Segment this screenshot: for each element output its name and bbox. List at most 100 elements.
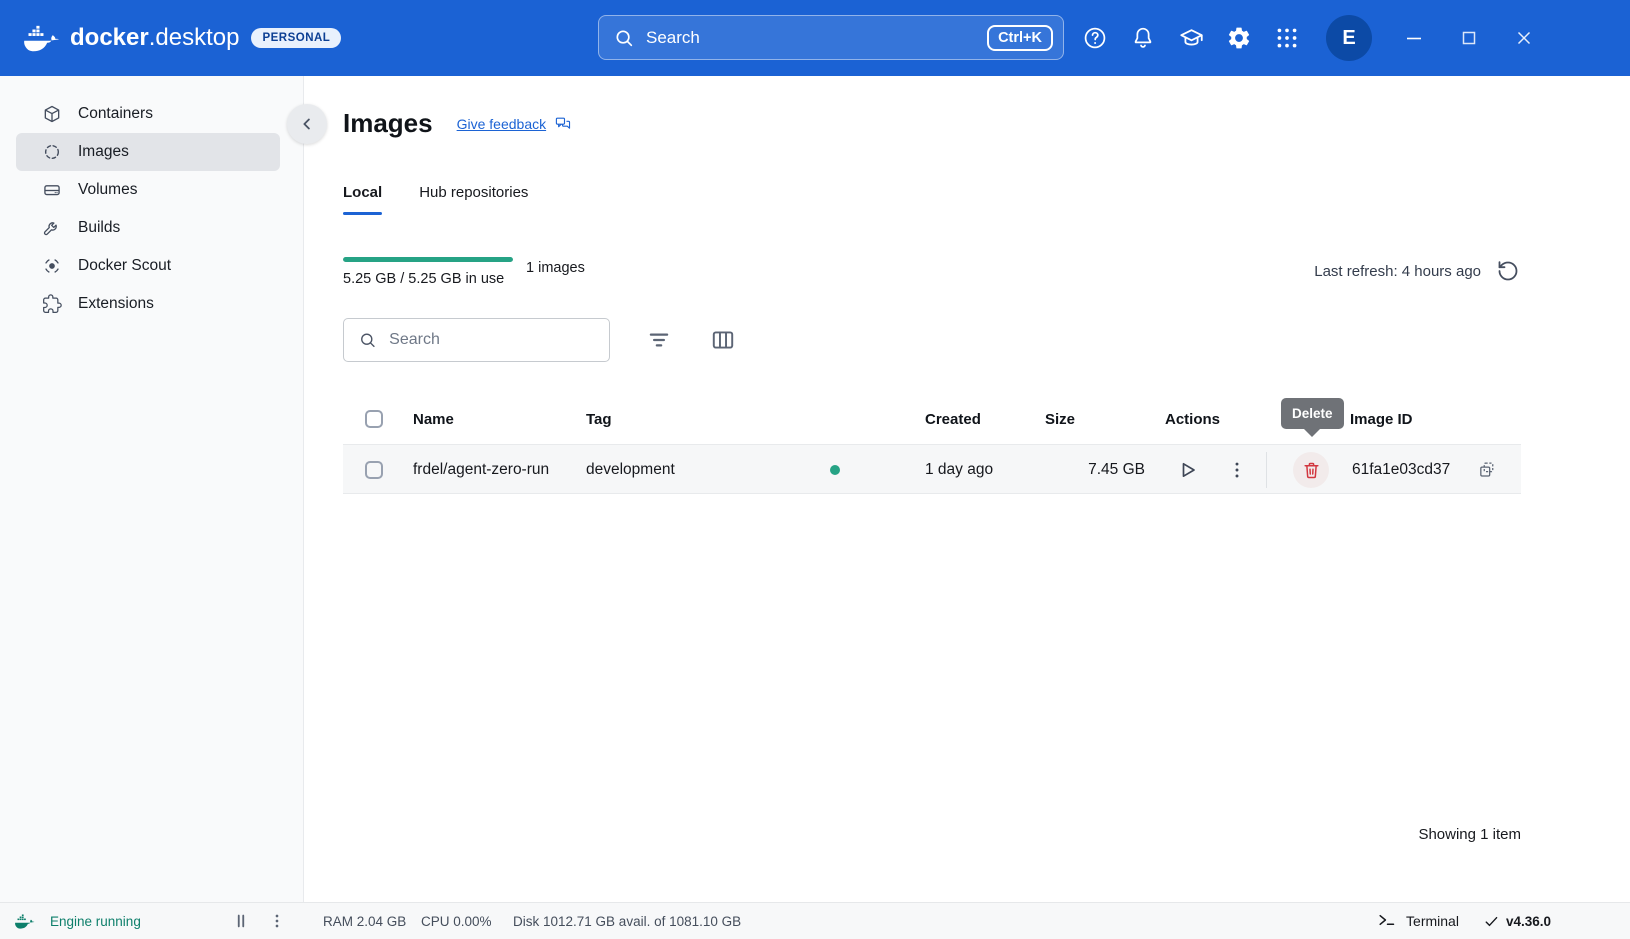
tab-hub-repositories[interactable]: Hub repositories [419,184,528,215]
scout-icon [42,256,62,276]
select-all-checkbox[interactable] [365,410,383,428]
gear-icon [1228,27,1250,49]
sidebar-item-builds[interactable]: Builds [16,209,280,247]
sidebar-item-volumes[interactable]: Volumes [16,171,280,209]
actions-divider [1266,452,1267,488]
sidebar-item-label: Docker Scout [78,257,172,274]
sidebar-item-docker-scout[interactable]: Docker Scout [16,247,280,285]
version-indicator[interactable]: v4.36.0 [1483,913,1551,930]
kebab-menu-icon [275,914,279,928]
table-row[interactable]: frdel/agent-zero-run development 1 day a… [343,444,1521,494]
pause-engine-button[interactable] [228,903,254,939]
image-name: frdel/agent-zero-run [413,461,550,478]
sidebar-item-label: Containers [78,105,153,122]
usage-progress-bar [343,257,513,262]
engine-status[interactable]: Engine running [50,903,141,939]
docker-whale-icon [24,25,60,52]
image-tag: development [586,461,675,478]
row-checkbox[interactable] [365,461,383,479]
sidebar-item-label: Builds [78,219,121,236]
delete-tooltip: Delete [1281,398,1344,429]
column-header-image-id[interactable]: Image ID [1350,394,1413,444]
check-icon [1485,916,1498,926]
sidebar-collapse-button[interactable] [287,104,327,144]
sidebar: Containers Images Volumes Builds Docker … [0,76,304,902]
filter-icon [649,333,669,347]
shortcut-badge: Ctrl+K [987,24,1053,51]
columns-button[interactable] [708,325,738,355]
sidebar-item-extensions[interactable]: Extensions [16,285,280,323]
window-controls [1400,0,1538,76]
brand-desktop: .desktop [148,24,240,51]
minimize-icon [1407,37,1421,40]
search-placeholder: Search [646,27,700,47]
items-summary: Showing 1 item [1418,826,1521,843]
image-created: 1 day ago [925,461,994,478]
copy-image-id-button[interactable] [1471,454,1503,486]
engine-more-button[interactable] [264,903,290,939]
trash-icon [1303,462,1319,478]
column-header-actions: Actions [1165,410,1221,428]
notifications-button[interactable] [1128,23,1158,53]
feedback-bubbles-icon [555,117,571,129]
maximize-button[interactable] [1455,24,1483,52]
minimize-button[interactable] [1400,24,1428,52]
delete-image-button[interactable] [1293,452,1329,488]
play-icon [1182,462,1195,478]
cpu-usage: CPU 0.00% [421,913,492,929]
disk-usage: Disk 1012.71 GB avail. of 1081.10 GB [513,913,742,929]
disk-usage-block: 5.25 GB / 5.25 GB in use [343,253,513,287]
sidebar-item-label: Volumes [78,181,138,198]
plan-badge: PERSONAL [251,28,342,48]
search-icon [361,333,375,348]
top-icon-group [1080,0,1302,76]
column-header-tag[interactable]: Tag [586,394,612,444]
avatar-initial: E [1342,26,1356,49]
refresh-icon [1498,261,1518,281]
give-feedback-link[interactable]: Give feedback [457,115,573,133]
table-search-input[interactable] [389,331,597,349]
refresh-button[interactable] [1495,258,1521,284]
puzzle-icon [42,294,62,314]
avatar[interactable]: E [1326,15,1372,61]
usage-label: 5.25 GB / 5.25 GB in use [343,271,505,287]
docker-desktop-window: docker.desktop PERSONAL Search Ctrl+K E … [0,0,1630,939]
sidebar-item-images[interactable]: Images [16,133,280,171]
copy-icon [1480,462,1494,477]
table-search-box [343,318,610,362]
filter-button[interactable] [644,325,674,355]
run-image-button[interactable] [1171,454,1203,486]
main-content: Images Give feedback Local Hub repositor… [304,76,1630,902]
sidebar-item-label: Extensions [78,295,154,312]
help-button[interactable] [1080,23,1110,53]
tab-local[interactable]: Local [343,184,383,215]
terminal-label: Terminal [1406,913,1459,929]
column-header-name[interactable]: Name [413,394,454,444]
pause-icon [237,914,245,928]
top-bar: docker.desktop PERSONAL Search Ctrl+K E [0,0,1630,76]
terminal-button[interactable]: Terminal [1377,911,1459,931]
settings-button[interactable] [1224,23,1254,53]
volumes-disk-icon [42,180,62,200]
images-table: Name Tag Created Size Actions Image ID D… [343,394,1521,494]
column-header-size[interactable]: Size [1045,394,1075,444]
grid-icon [1277,28,1297,48]
brand-title: docker.desktop [70,24,239,52]
learning-center-button[interactable] [1176,23,1206,53]
maximize-icon [1462,31,1476,45]
global-search[interactable]: Search Ctrl+K [598,15,1064,60]
images-icon [42,142,62,162]
table-header-row: Name Tag Created Size Actions Image ID D… [343,394,1521,444]
apps-grid-button[interactable] [1272,23,1302,53]
give-feedback-label: Give feedback [456,115,547,132]
ram-usage: RAM 2.04 GB [323,913,407,929]
row-more-actions-button[interactable] [1221,454,1253,486]
column-header-created[interactable]: Created [925,394,981,444]
last-refresh-label: Last refresh: 4 hours ago [1314,262,1481,280]
image-size: 7.45 GB [1088,461,1145,478]
sidebar-item-containers[interactable]: Containers [16,95,280,133]
kebab-menu-icon [1235,462,1239,478]
images-count: 1 images [526,260,585,276]
close-button[interactable] [1510,24,1538,52]
image-id: 61fa1e03cd37 [1352,461,1451,478]
